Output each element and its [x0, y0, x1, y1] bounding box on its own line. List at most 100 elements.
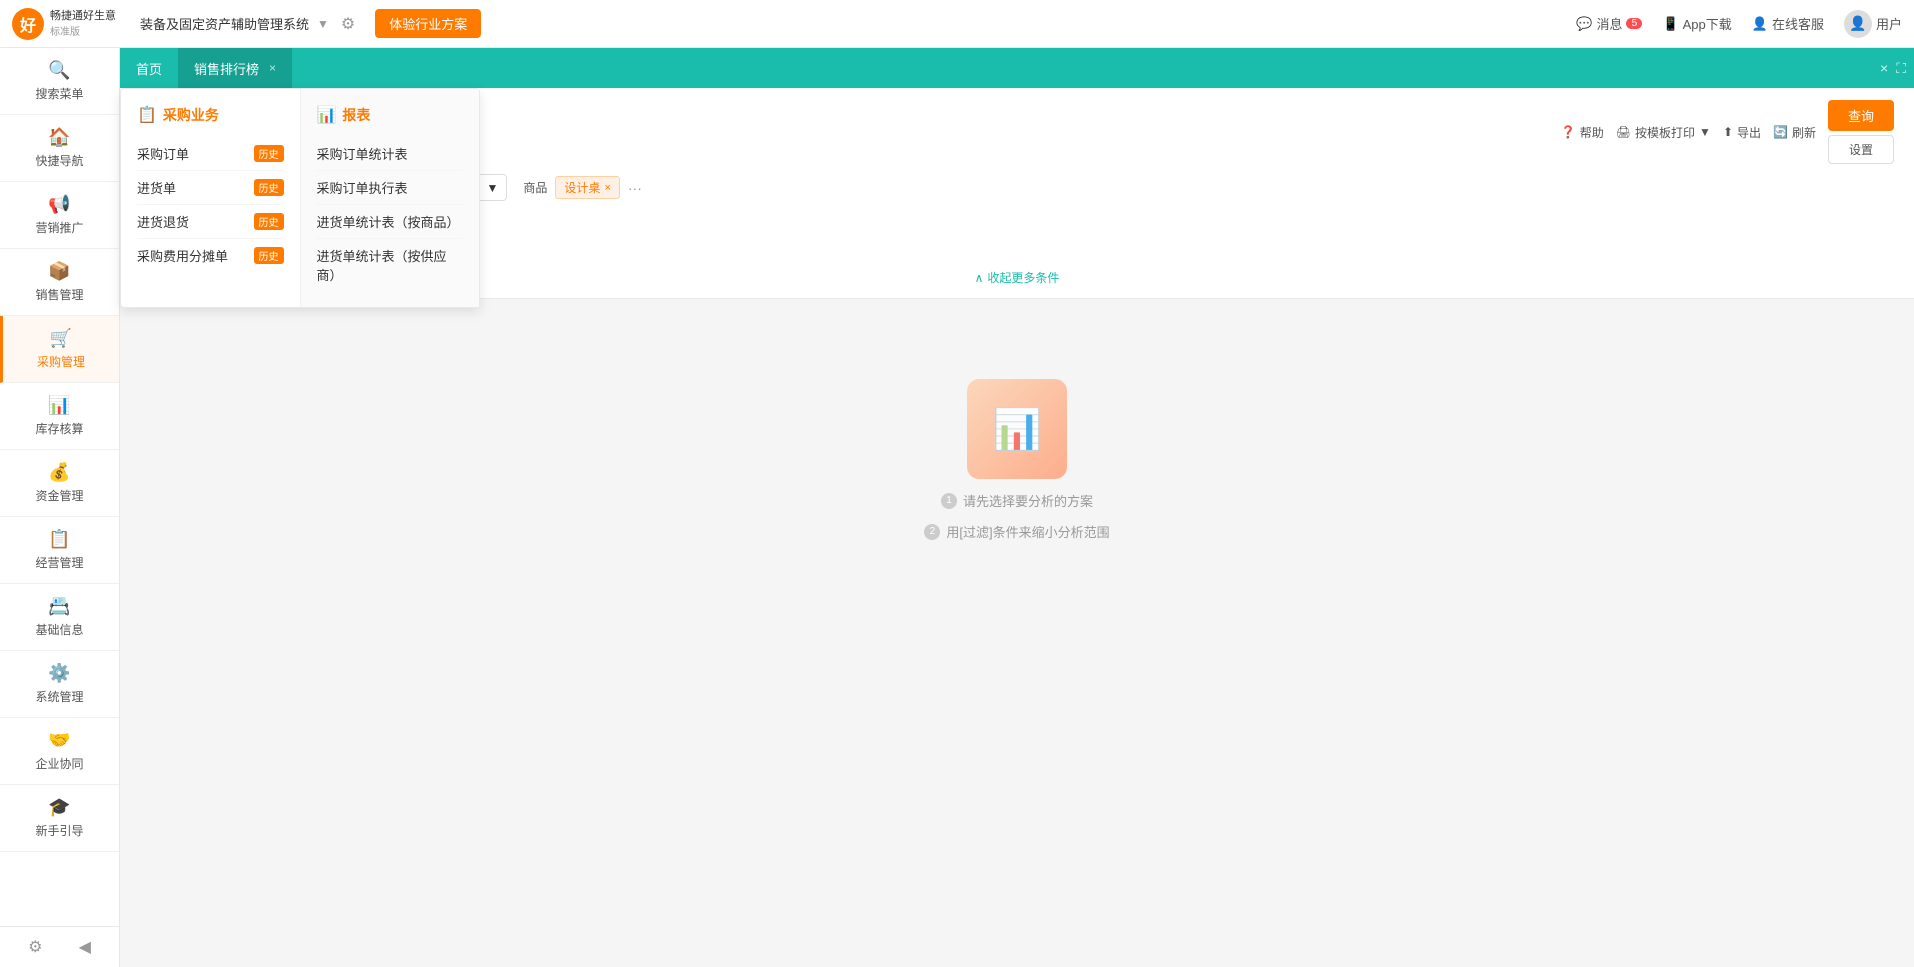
print-icon: 🖨 — [1616, 125, 1631, 139]
tab-bar: 首页 销售排行榜 × × ⛶ — [120, 48, 1914, 88]
system-title-area: 装备及固定资产辅助管理系统 ▼ ⚙ 体验行业方案 — [140, 9, 481, 38]
refresh-btn[interactable]: 🔄 刷新 — [1773, 100, 1816, 164]
sidebar-label-purchase: 采购管理 — [37, 353, 85, 370]
topbar: 好 畅捷通好生意 标准版 装备及固定资产辅助管理系统 ▼ ⚙ 体验行业方案 💬 … — [0, 0, 1914, 48]
search-icon: 🔍 — [48, 60, 70, 81]
avatar: 👤 — [1844, 10, 1872, 38]
service-icon: 👤 — [1752, 16, 1768, 32]
notifications-label: 消息 — [1596, 14, 1622, 33]
purchase-expense-label: 采购费用分摊单 — [137, 246, 228, 265]
tab-sales-ranking-label: 销售排行榜 — [194, 59, 259, 78]
goods-more-icon[interactable]: ··· — [628, 180, 642, 196]
collapse-arrow-icon: ∧ — [975, 271, 984, 285]
settings-bottom-icon[interactable]: ⚙ — [28, 937, 42, 957]
menu-item-purchase-expense[interactable]: 采购费用分摊单 历史 — [137, 239, 284, 272]
sidebar-item-search[interactable]: 🔍 搜索菜单 — [0, 48, 119, 115]
incoming-stat-goods-label: 进货单统计表（按商品） — [317, 212, 460, 231]
notifications-btn[interactable]: 💬 消息 5 — [1576, 14, 1642, 33]
collapse-label: 收起更多条件 — [987, 269, 1059, 286]
purchase-order-label: 采购订单 — [137, 144, 189, 163]
sidebar-item-newbie[interactable]: 🎓 新手引导 — [0, 785, 119, 852]
dropdown-report-col: 📊 报表 采购订单统计表 采购订单执行表 进货单统计表（按商品） 进货单统计表（… — [300, 89, 480, 307]
dropdown-purchase-title: 📋 采购业务 — [137, 105, 284, 125]
print-arrow-icon: ▼ — [1699, 125, 1711, 139]
menu-item-purchase-order-exec[interactable]: 采购订单执行表 — [317, 171, 464, 205]
empty-text-2: 用[过滤]条件来缩小分析范围 — [946, 522, 1109, 541]
print-btn[interactable]: 🖨 按模板打印 ▼ — [1616, 100, 1711, 164]
marketing-icon: 📢 — [48, 194, 70, 215]
notifications-badge: 5 — [1626, 18, 1642, 29]
gear-icon[interactable]: ⚙ — [341, 14, 355, 34]
sidebar-label-inventory: 库存核算 — [35, 420, 83, 437]
title-arrow-icon[interactable]: ▼ — [317, 17, 329, 31]
menu-item-purchase-order-stat[interactable]: 采购订单统计表 — [317, 137, 464, 171]
home-icon: 🏠 — [48, 127, 70, 148]
purchase-col-icon: 📋 — [137, 105, 157, 125]
sidebar-item-system[interactable]: ⚙️ 系统管理 — [0, 651, 119, 718]
return-history-badge: 历史 — [254, 213, 284, 230]
incoming-stat-supplier-label: 进货单统计表（按供应商） — [317, 246, 464, 284]
online-service-label: 在线客服 — [1772, 14, 1824, 33]
empty-step-2: 2 用[过滤]条件来缩小分析范围 — [924, 522, 1109, 541]
industry-btn[interactable]: 体验行业方案 — [375, 9, 481, 38]
sidebar-label-newbie: 新手引导 — [35, 822, 83, 839]
topbar-right: 💬 消息 5 📱 App下载 👤 在线客服 👤 用户 — [1576, 10, 1902, 38]
logo-text: 畅捷通好生意 — [50, 9, 116, 23]
sidebar-item-finance[interactable]: 💰 资金管理 — [0, 450, 119, 517]
goods-tag-close-icon[interactable]: × — [604, 182, 610, 194]
tab-fullscreen-icon[interactable]: ⛶ — [1896, 60, 1906, 77]
sidebar-item-basic-info[interactable]: 📇 基础信息 — [0, 584, 119, 651]
menu-item-return[interactable]: 进货退货 历史 — [137, 205, 284, 239]
online-service-btn[interactable]: 👤 在线客服 — [1752, 14, 1824, 33]
export-btn[interactable]: ⬆ 导出 — [1723, 100, 1761, 164]
sidebar-item-marketing[interactable]: 📢 营销推广 — [0, 182, 119, 249]
app-download-label: App下载 — [1683, 14, 1732, 33]
sidebar-item-enterprise[interactable]: 🤝 企业协同 — [0, 718, 119, 785]
print-label: 按模板打印 — [1635, 124, 1695, 141]
menu-item-purchase-order[interactable]: 采购订单 历史 — [137, 137, 284, 171]
logo-tag: 标准版 — [50, 23, 116, 38]
goods-label: 商品 — [523, 179, 547, 196]
enterprise-icon: 🤝 — [48, 730, 70, 751]
sidebar-item-sales[interactable]: 📦 销售管理 — [0, 249, 119, 316]
app-download-btn[interactable]: 📱 App下载 — [1662, 14, 1731, 33]
sidebar-label-quick-nav: 快捷导航 — [35, 152, 83, 169]
system-icon: ⚙️ — [48, 663, 70, 684]
collapse-sidebar-icon[interactable]: ◀ — [79, 937, 91, 957]
export-label: 导出 — [1737, 124, 1761, 141]
help-icon: ❓ — [1561, 125, 1576, 139]
user-btn[interactable]: 👤 用户 — [1844, 10, 1902, 38]
goods-tag-text: 设计桌 — [564, 179, 600, 196]
setting-btn[interactable]: 设置 — [1828, 135, 1894, 164]
purchase-expense-history-badge: 历史 — [254, 247, 284, 264]
sidebar-item-quick-nav[interactable]: 🏠 快捷导航 — [0, 115, 119, 182]
operations-icon: 📋 — [48, 529, 70, 550]
tab-sales-ranking[interactable]: 销售排行榜 × — [178, 48, 292, 88]
sidebar-bottom: ⚙ ◀ — [0, 926, 119, 967]
sidebar-item-inventory[interactable]: 📊 库存核算 — [0, 383, 119, 450]
menu-item-incoming-stat-supplier[interactable]: 进货单统计表（按供应商） — [317, 239, 464, 291]
purchase-order-stat-label: 采购订单统计表 — [317, 144, 408, 163]
purchase-col-title-text: 采购业务 — [163, 105, 219, 125]
purchase-icon: 🛒 — [50, 328, 72, 349]
sidebar-label-basic-info: 基础信息 — [35, 621, 83, 638]
tab-window-close-icon[interactable]: × — [1880, 60, 1888, 76]
tab-close-icon[interactable]: × — [269, 61, 276, 75]
report-col-title-text: 报表 — [342, 105, 370, 125]
menu-item-incoming[interactable]: 进货单 历史 — [137, 171, 284, 205]
logo-icon: 好 — [12, 8, 44, 40]
logo-text-group: 畅捷通好生意 标准版 — [50, 9, 116, 38]
empty-text-1: 请先选择要分析的方案 — [963, 491, 1093, 510]
refresh-label: 刷新 — [1792, 124, 1816, 141]
help-btn[interactable]: ❓ 帮助 — [1561, 100, 1604, 164]
user-label: 用户 — [1876, 14, 1902, 33]
query-btn[interactable]: 查询 — [1828, 100, 1894, 131]
menu-item-incoming-stat-goods[interactable]: 进货单统计表（按商品） — [317, 205, 464, 239]
purchase-order-history-badge: 历史 — [254, 145, 284, 162]
tab-home[interactable]: 首页 — [120, 48, 178, 88]
tab-home-label: 首页 — [136, 59, 162, 78]
sidebar-label-marketing: 营销推广 — [35, 219, 83, 236]
sidebar-item-operations[interactable]: 📋 经营管理 — [0, 517, 119, 584]
purchase-order-exec-label: 采购订单执行表 — [317, 178, 408, 197]
sidebar-item-purchase[interactable]: 🛒 采购管理 — [0, 316, 119, 383]
